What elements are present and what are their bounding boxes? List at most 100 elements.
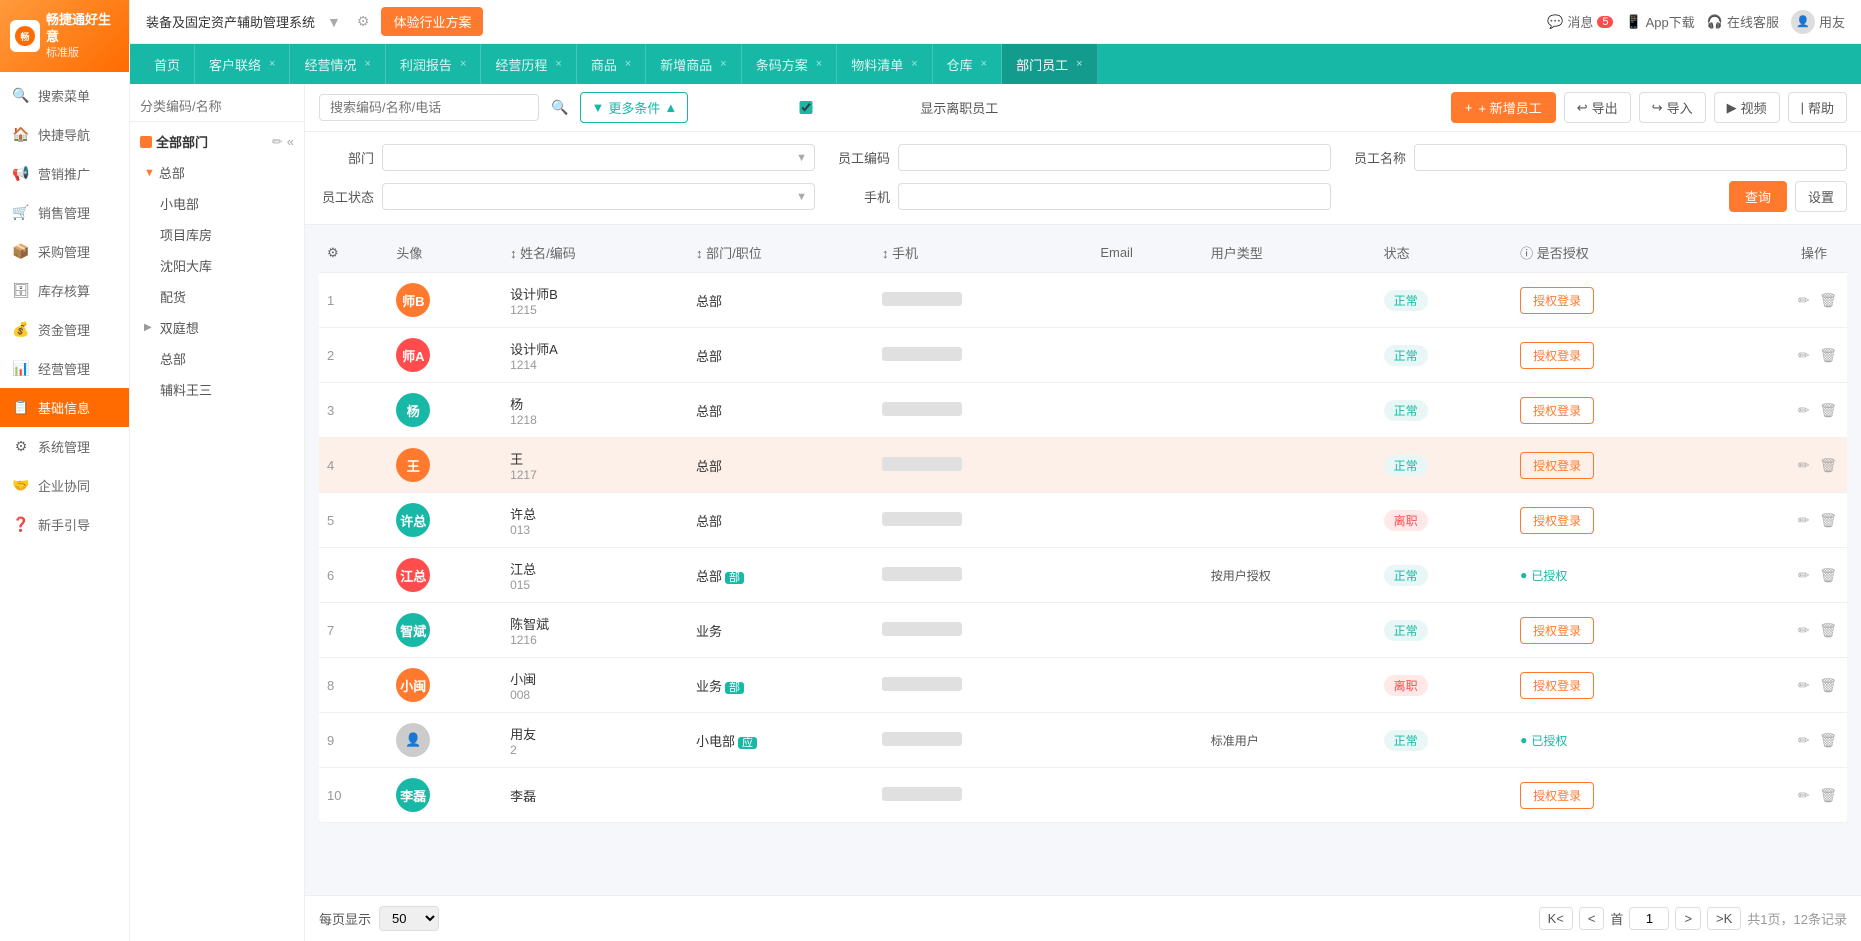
- message-btn[interactable]: 💬 消息 5: [1547, 12, 1613, 31]
- dept-item-peihuo[interactable]: 配货: [130, 281, 304, 312]
- tab-home[interactable]: 首页: [140, 44, 195, 84]
- sidebar-item-sales[interactable]: 🛒 销售管理: [0, 193, 129, 232]
- sidebar-item-inventory[interactable]: 🗄 库存核算: [0, 271, 129, 310]
- col-settings[interactable]: ⚙: [319, 233, 388, 273]
- auth-btn[interactable]: 授权登录: [1520, 617, 1594, 644]
- dept-edit-btn[interactable]: ✏: [272, 134, 283, 150]
- edit-icon[interactable]: ✏: [1798, 732, 1810, 748]
- show-resigned-checkbox[interactable]: [696, 101, 916, 114]
- auth-btn[interactable]: 授权登录: [1520, 782, 1594, 809]
- delete-icon[interactable]: 🗑: [1819, 347, 1837, 363]
- last-page-btn[interactable]: >K: [1707, 907, 1741, 930]
- tab-department[interactable]: 部门员工×: [1002, 44, 1097, 84]
- close-history-tab[interactable]: ×: [555, 58, 561, 70]
- empstatus-filter-select[interactable]: [382, 183, 815, 210]
- dept-search-input[interactable]: [140, 99, 305, 114]
- query-btn[interactable]: 查询: [1729, 181, 1787, 212]
- sidebar-item-shortcut[interactable]: 🏠 快捷导航: [0, 115, 129, 154]
- system-dropdown-btn[interactable]: ▼: [323, 14, 345, 30]
- dept-item-shenyang[interactable]: 沈阳大库: [130, 250, 304, 281]
- dept-item-zongbu[interactable]: ▼ 总部: [130, 157, 304, 188]
- col-name[interactable]: ↕ 姓名/编码: [502, 233, 688, 273]
- dept-item-zongbu2[interactable]: 总部: [130, 343, 304, 374]
- edit-icon[interactable]: ✏: [1798, 567, 1810, 583]
- close-customer-tab[interactable]: ×: [269, 58, 275, 70]
- help-btn[interactable]: | 帮助: [1788, 92, 1847, 123]
- empname-filter-input[interactable]: [1414, 144, 1847, 171]
- close-profit-tab[interactable]: ×: [460, 58, 466, 70]
- edit-icon[interactable]: ✏: [1798, 677, 1810, 693]
- dept-item-xiaodian[interactable]: 小电部: [130, 188, 304, 219]
- all-dept-label[interactable]: 全部部门: [140, 132, 208, 151]
- delete-icon[interactable]: 🗑: [1819, 622, 1837, 638]
- sidebar-item-purchase[interactable]: 📦 采购管理: [0, 232, 129, 271]
- edit-icon[interactable]: ✏: [1798, 787, 1810, 803]
- tab-goods[interactable]: 商品×: [577, 44, 646, 84]
- view-btn[interactable]: ▶ 视频: [1714, 92, 1780, 123]
- page-input[interactable]: [1629, 907, 1669, 930]
- tab-bom[interactable]: 物料清单×: [837, 44, 932, 84]
- edit-icon[interactable]: ✏: [1798, 622, 1810, 638]
- auth-btn[interactable]: 授权登录: [1520, 452, 1594, 479]
- trial-btn[interactable]: 体验行业方案: [381, 7, 483, 36]
- auth-btn[interactable]: 授权登录: [1520, 672, 1594, 699]
- auth-btn[interactable]: 授权登录: [1520, 507, 1594, 534]
- settings-btn[interactable]: ⚙: [353, 13, 374, 30]
- auth-btn[interactable]: 授权登录: [1520, 342, 1594, 369]
- col-phone[interactable]: ↕ 手机: [874, 233, 1092, 273]
- first-page-btn[interactable]: K<: [1539, 907, 1573, 930]
- sidebar-item-search[interactable]: 🔍 搜索菜单: [0, 76, 129, 115]
- sidebar-item-capital[interactable]: 💰 资金管理: [0, 310, 129, 349]
- close-dept-tab[interactable]: ×: [1076, 58, 1082, 70]
- dept-item-fuzhi[interactable]: 辅料王三: [130, 374, 304, 405]
- delete-icon[interactable]: 🗑: [1819, 292, 1837, 308]
- edit-icon[interactable]: ✏: [1798, 402, 1810, 418]
- sidebar-item-system[interactable]: ⚙ 系统管理: [0, 427, 129, 466]
- auth-btn[interactable]: 授权登录: [1520, 397, 1594, 424]
- close-operation-tab[interactable]: ×: [364, 58, 370, 70]
- delete-icon[interactable]: 🗑: [1819, 567, 1837, 583]
- close-bom-tab[interactable]: ×: [911, 58, 917, 70]
- delete-icon[interactable]: 🗑: [1819, 787, 1837, 803]
- edit-icon[interactable]: ✏: [1798, 292, 1810, 308]
- close-add-goods-tab[interactable]: ×: [720, 58, 726, 70]
- edit-icon[interactable]: ✏: [1798, 457, 1810, 473]
- search-btn[interactable]: 🔍: [547, 99, 572, 116]
- export-btn[interactable]: ↩ 导出: [1564, 92, 1631, 123]
- phone-filter-input[interactable]: [898, 183, 1331, 210]
- tab-barcode[interactable]: 条码方案×: [742, 44, 837, 84]
- page-size-select[interactable]: 50 100: [379, 906, 439, 931]
- delete-icon[interactable]: 🗑: [1819, 457, 1837, 473]
- close-warehouse-tab[interactable]: ×: [981, 58, 987, 70]
- sidebar-item-operation[interactable]: 📊 经营管理: [0, 349, 129, 388]
- sidebar-item-basic[interactable]: 📋 基础信息: [0, 388, 129, 427]
- delete-icon[interactable]: 🗑: [1819, 732, 1837, 748]
- col-dept[interactable]: ↕ 部门/职位: [688, 233, 874, 273]
- search-input[interactable]: [319, 94, 539, 121]
- tab-history[interactable]: 经营历程×: [481, 44, 576, 84]
- delete-icon[interactable]: 🗑: [1819, 512, 1837, 528]
- sidebar-item-collab[interactable]: 🤝 企业协同: [0, 466, 129, 505]
- tab-customer[interactable]: 客户联络×: [195, 44, 290, 84]
- edit-icon[interactable]: ✏: [1798, 512, 1810, 528]
- dept-item-project[interactable]: 项目库房: [130, 219, 304, 250]
- import-btn[interactable]: ↪ 导入: [1639, 92, 1706, 123]
- tab-profit[interactable]: 利润报告×: [386, 44, 481, 84]
- set-btn[interactable]: 设置: [1795, 181, 1847, 212]
- delete-icon[interactable]: 🗑: [1819, 402, 1837, 418]
- close-goods-tab[interactable]: ×: [625, 58, 631, 70]
- dept-filter-select[interactable]: [382, 144, 815, 171]
- online-service-btn[interactable]: 🎧 在线客服: [1707, 12, 1779, 31]
- add-employee-btn[interactable]: + + 新增员工: [1451, 92, 1556, 123]
- empcode-filter-input[interactable]: [898, 144, 1331, 171]
- edit-icon[interactable]: ✏: [1798, 347, 1810, 363]
- auth-btn[interactable]: 授权登录: [1520, 287, 1594, 314]
- tab-operation[interactable]: 经营情况×: [290, 44, 385, 84]
- dept-item-shuangting[interactable]: ▶ 双庭想: [130, 312, 304, 343]
- sidebar-item-marketing[interactable]: 📢 营销推广: [0, 154, 129, 193]
- tab-add-goods[interactable]: 新增商品×: [646, 44, 741, 84]
- dept-collapse-btn[interactable]: «: [287, 134, 294, 150]
- tab-warehouse[interactable]: 仓库×: [933, 44, 1002, 84]
- next-page-btn[interactable]: >: [1675, 907, 1701, 930]
- delete-icon[interactable]: 🗑: [1819, 677, 1837, 693]
